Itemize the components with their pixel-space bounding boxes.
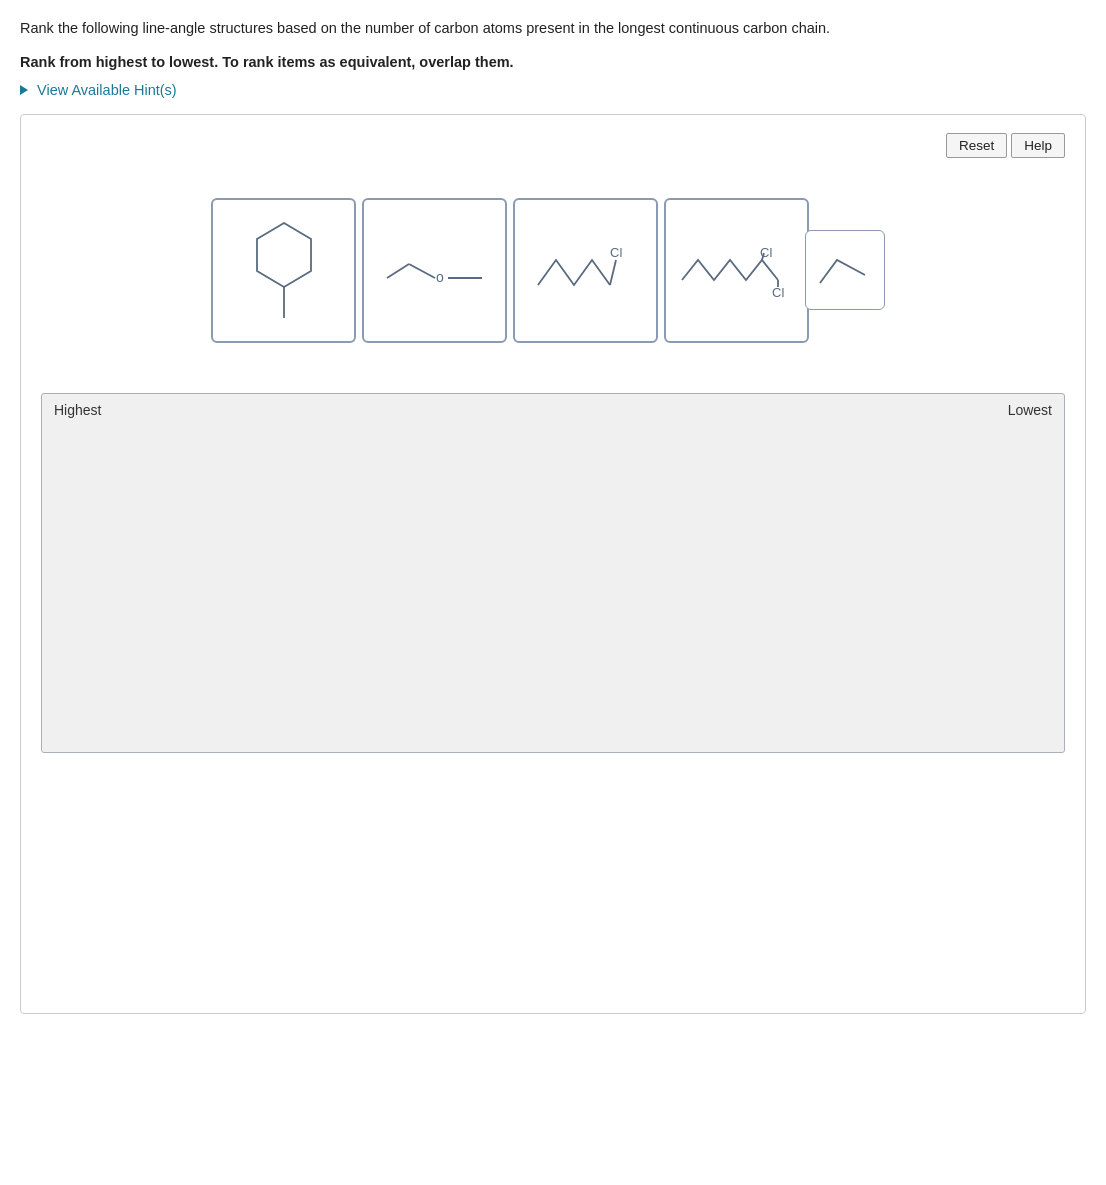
molecule-card-3[interactable]: Cl [513,198,658,343]
highest-label: Highest [54,402,101,418]
molecule-card-2[interactable]: o [362,198,507,343]
ranking-labels: Highest Lowest [54,402,1052,418]
hint-link-label: View Available Hint(s) [37,82,177,98]
molecule-card-1[interactable] [211,198,356,343]
instruction-text: Rank the following line-angle structures… [20,18,1086,40]
molecule-card-4[interactable]: Cl Cl [664,198,809,343]
molecule-svg-5 [815,245,875,295]
hint-arrow-icon [20,85,28,95]
main-container: Reset Help o [20,114,1086,1014]
molecule-svg-4: Cl Cl [672,225,802,315]
molecule-card-5[interactable] [805,230,885,310]
molecule-svg-1 [239,213,329,328]
hint-link[interactable]: View Available Hint(s) [20,82,1086,98]
toolbar: Reset Help [41,133,1065,158]
svg-line-7 [610,260,616,285]
molecule-svg-3: Cl [528,225,643,315]
svg-line-3 [409,264,435,278]
help-button[interactable]: Help [1011,133,1065,158]
ranking-area[interactable]: Highest Lowest [41,393,1065,753]
svg-marker-0 [257,223,311,287]
molecules-area: o Cl Cl [41,198,1065,343]
svg-text:o: o [436,269,444,285]
lowest-label: Lowest [1008,402,1052,418]
svg-text:Cl: Cl [610,245,622,260]
rank-instruction: Rank from highest to lowest. To rank ite… [20,54,1086,70]
svg-text:Cl: Cl [772,285,784,300]
molecule-svg-2: o [377,240,492,300]
svg-line-2 [387,264,409,278]
reset-button[interactable]: Reset [946,133,1007,158]
